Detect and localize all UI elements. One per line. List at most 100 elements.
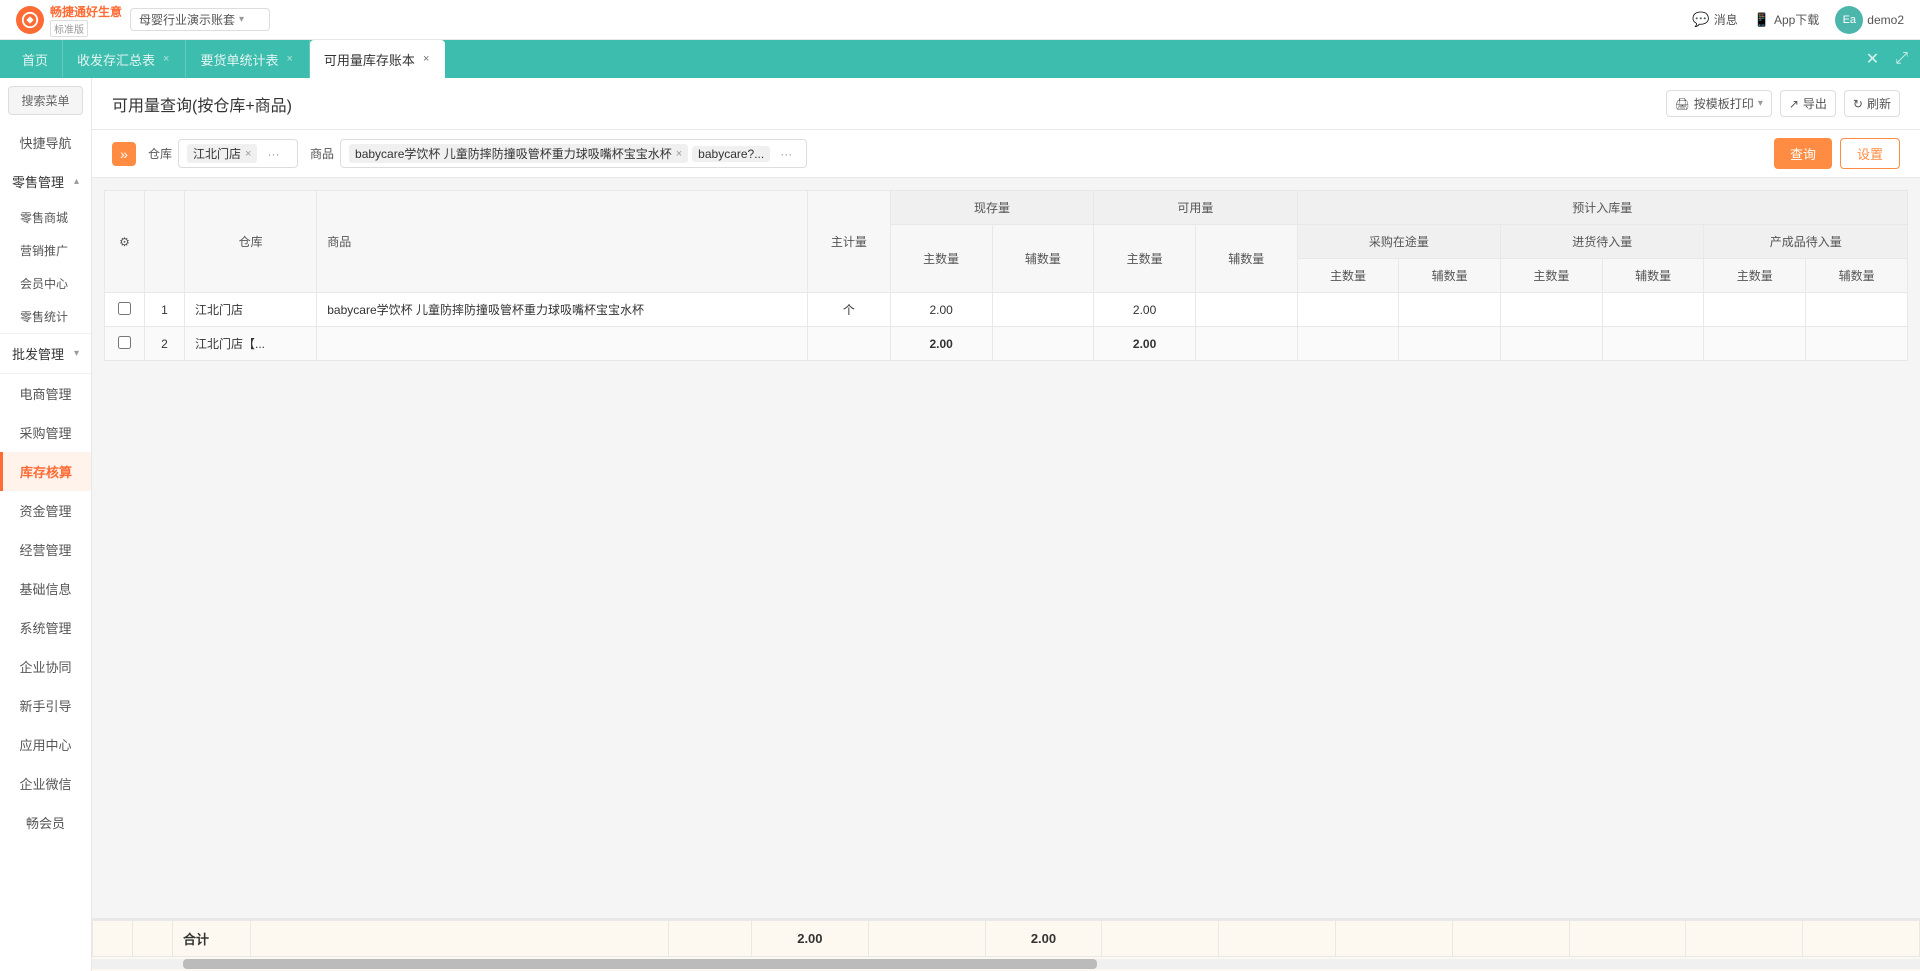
row1-warehouse: 江北门店 <box>185 293 317 327</box>
warehouse-more[interactable]: ··· <box>261 145 285 163</box>
th-current-main-qty: 主数量 <box>890 225 992 293</box>
expand-button[interactable]: ⤢ <box>1891 46 1912 72</box>
tab-receipt-summary[interactable]: 收发存汇总表 × <box>63 40 186 78</box>
top-bar-left: 畅捷通好生意 标准版 母婴行业演示账套 ▾ <box>16 3 270 37</box>
sidebar-item-system[interactable]: 系统管理 <box>0 608 91 647</box>
sidebar-item-retail-stats[interactable]: 零售统计 <box>0 300 91 333</box>
warehouse-tag-remove[interactable]: × <box>245 148 251 160</box>
th-current-aux-qty: 辅数量 <box>992 225 1094 293</box>
row2-inbound-main <box>1501 327 1603 361</box>
refresh-icon: ↻ <box>1853 97 1863 111</box>
row1-checkbox[interactable] <box>118 302 131 315</box>
tab-available-inventory[interactable]: 可用量库存账本 × <box>310 40 445 78</box>
th-seq <box>145 191 185 293</box>
row2-purchase-aux <box>1399 327 1501 361</box>
page-header: 可用量查询(按仓库+商品) 🖨 按模板打印 ▾ ↗ 导出 ↻ 刷新 <box>92 78 1920 130</box>
row1-available-main: 2.00 <box>1094 293 1196 327</box>
product-more[interactable]: ··· <box>774 145 798 163</box>
sidebar-item-retail-mall[interactable]: 零售商城 <box>0 201 91 234</box>
print-dropdown-icon: ▾ <box>1758 98 1763 109</box>
row1-check[interactable] <box>105 293 145 327</box>
message-icon: 💬 <box>1692 11 1709 28</box>
messages-button[interactable]: 💬 消息 <box>1692 11 1737 28</box>
sidebar-item-members[interactable]: 会员中心 <box>0 267 91 300</box>
sidebar-item-enterprise[interactable]: 企业协同 <box>0 647 91 686</box>
row2-checkbox[interactable] <box>118 336 131 349</box>
sidebar-item-marketing[interactable]: 营销推广 <box>0 234 91 267</box>
user-profile[interactable]: Ea demo2 <box>1835 6 1904 34</box>
row2-inbound-aux <box>1602 327 1704 361</box>
sidebar-item-wechat[interactable]: 企业微信 <box>0 764 91 803</box>
sidebar: 搜索菜单 快捷导航 零售管理 ▴ 零售商城 营销推广 会员中心 零售统计 批发管… <box>0 78 92 971</box>
sidebar-section-wholesale-header[interactable]: 批发管理 ▾ <box>0 334 91 373</box>
sidebar-item-quicknav[interactable]: 快捷导航 <box>0 123 91 162</box>
print-label: 按模板打印 <box>1694 95 1754 112</box>
table-row: 1 江北门店 babycare学饮杯 儿童防摔防撞吸管杯重力球吸嘴杯宝宝水杯 个… <box>105 293 1908 327</box>
horizontal-scrollbar[interactable] <box>92 959 1920 969</box>
product-filter-group: 商品 babycare学饮杯 儿童防摔防撞吸管杯重力球吸嘴杯宝宝水杯 × bab… <box>310 139 807 168</box>
footer-current-main: 2.00 <box>751 921 868 957</box>
logo-icon <box>16 6 44 34</box>
row1-seq: 1 <box>145 293 185 327</box>
th-available: 可用量 <box>1094 191 1297 225</box>
footer-row: 合计 2.00 2.00 <box>93 921 1920 957</box>
page-title: 可用量查询(按仓库+商品) <box>112 92 292 116</box>
row2-production-main <box>1704 327 1806 361</box>
table-footer: 合计 2.00 2.00 <box>92 918 1920 971</box>
search-menu-button[interactable]: 搜索菜单 <box>8 86 83 115</box>
row2-available-aux <box>1195 327 1297 361</box>
industry-selector[interactable]: 母婴行业演示账套 ▾ <box>130 8 270 31</box>
sidebar-item-member[interactable]: 畅会员 <box>0 803 91 842</box>
export-button[interactable]: ↗ 导出 <box>1780 90 1836 117</box>
filter-expand-button[interactable]: » <box>112 142 136 166</box>
print-button[interactable]: 🖨 按模板打印 ▾ <box>1666 90 1772 117</box>
query-button[interactable]: 查询 <box>1774 138 1832 169</box>
tab-available-inventory-close[interactable]: × <box>421 52 431 66</box>
tab-receipt-summary-close[interactable]: × <box>161 52 171 66</box>
row1-purchase-aux <box>1399 293 1501 327</box>
chevron-down-icon: ▾ <box>74 348 79 359</box>
th-inbound-main: 主数量 <box>1501 259 1603 293</box>
warehouse-filter-label: 仓库 <box>148 145 172 162</box>
wholesale-label: 批发管理 <box>12 344 64 363</box>
table-row: 2 江北门店【... 2.00 2.00 <box>105 327 1908 361</box>
product-tag-1-remove[interactable]: × <box>676 148 682 160</box>
settings-button[interactable]: 设置 <box>1840 138 1900 169</box>
username-label: demo2 <box>1867 13 1904 27</box>
th-purchase-transit: 采购在途量 <box>1297 225 1500 259</box>
th-production-main: 主数量 <box>1704 259 1806 293</box>
close-tab-button[interactable]: ✕ <box>1862 45 1883 73</box>
top-bar: 畅捷通好生意 标准版 母婴行业演示账套 ▾ 💬 消息 📱 App下载 Ea de… <box>0 0 1920 40</box>
row1-inbound-aux <box>1602 293 1704 327</box>
th-gear[interactable]: ⚙ <box>105 191 145 293</box>
sidebar-item-operations[interactable]: 经营管理 <box>0 530 91 569</box>
scrollbar-thumb[interactable] <box>183 959 1097 969</box>
sidebar-item-ecommerce[interactable]: 电商管理 <box>0 374 91 413</box>
sidebar-section-retail-header[interactable]: 零售管理 ▴ <box>0 162 91 201</box>
sidebar-item-basic[interactable]: 基础信息 <box>0 569 91 608</box>
sidebar-item-appcenter[interactable]: 应用中心 <box>0 725 91 764</box>
sidebar-item-purchase[interactable]: 采购管理 <box>0 413 91 452</box>
phone-icon: 📱 <box>1754 12 1770 28</box>
th-current-stock: 现存量 <box>890 191 1093 225</box>
row1-production-aux <box>1806 293 1908 327</box>
tab-requisition-stats[interactable]: 要货单统计表 × <box>186 40 309 78</box>
tab-requisition-stats-close[interactable]: × <box>284 52 294 66</box>
app-download-button[interactable]: 📱 App下载 <box>1754 11 1820 28</box>
sidebar-item-finance[interactable]: 资金管理 <box>0 491 91 530</box>
warehouse-filter-group: 仓库 江北门店 × ··· <box>148 139 298 168</box>
th-product: 商品 <box>317 191 808 293</box>
product-tag-1: babycare学饮杯 儿童防摔防撞吸管杯重力球吸嘴杯宝宝水杯 × <box>349 144 688 163</box>
row1-inbound-main <box>1501 293 1603 327</box>
sidebar-item-inventory[interactable]: 库存核算 <box>0 452 91 491</box>
row2-check[interactable] <box>105 327 145 361</box>
logo-area: 畅捷通好生意 标准版 <box>16 3 122 37</box>
product-filter-input[interactable]: babycare学饮杯 儿童防摔防撞吸管杯重力球吸嘴杯宝宝水杯 × babyca… <box>340 139 807 168</box>
refresh-button[interactable]: ↻ 刷新 <box>1844 90 1900 117</box>
product-tag-2: babycare?... <box>692 146 770 162</box>
warehouse-filter-input[interactable]: 江北门店 × ··· <box>178 139 298 168</box>
tab-home[interactable]: 首页 <box>8 40 63 78</box>
th-warehouse: 仓库 <box>185 191 317 293</box>
row2-seq: 2 <box>145 327 185 361</box>
sidebar-item-newguide[interactable]: 新手引导 <box>0 686 91 725</box>
